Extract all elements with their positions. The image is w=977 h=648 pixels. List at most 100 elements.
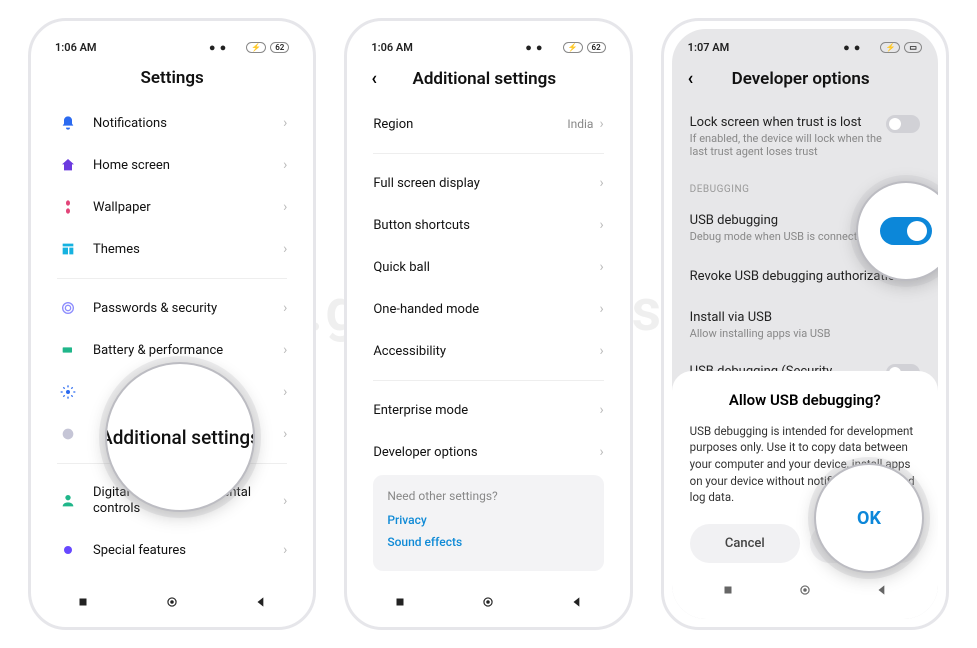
settings-row-special[interactable]: Special features › xyxy=(57,529,287,571)
nav-back-icon[interactable] xyxy=(254,595,268,609)
chevron-right-icon: › xyxy=(599,402,603,418)
ok-label: OK xyxy=(857,508,881,529)
chevron-right-icon: › xyxy=(283,157,287,173)
phone-developer-options: 1:07 AM ● ● ⚡ ▭ ‹ Developer options Lock… xyxy=(661,18,949,630)
nav-back-icon[interactable] xyxy=(875,583,889,597)
row-fullscreen[interactable]: Full screen display› xyxy=(373,162,603,204)
status-dot-icon: ● xyxy=(209,41,216,54)
flower-icon xyxy=(57,199,79,215)
row-label: Button shortcuts xyxy=(373,218,599,233)
row-button-shortcuts[interactable]: Button shortcuts› xyxy=(373,204,603,246)
chevron-right-icon: › xyxy=(599,301,603,317)
footer-link-privacy[interactable]: Privacy xyxy=(387,513,589,527)
row-label: Themes xyxy=(93,242,283,257)
status-dot-icon: ● xyxy=(220,41,227,54)
nav-recent-icon[interactable] xyxy=(721,583,735,597)
row-lock-screen-trust[interactable]: Lock screen when trust is lost If enable… xyxy=(690,103,920,170)
row-label: Enterprise mode xyxy=(373,403,599,418)
settings-row-home[interactable]: Home screen › xyxy=(57,144,287,186)
bell-icon xyxy=(57,115,79,131)
battery-indicator: ⚡ xyxy=(880,42,900,53)
magnify-additional-settings: Additional settings xyxy=(105,362,255,512)
nav-bar xyxy=(690,569,920,607)
nav-back-icon[interactable] xyxy=(570,595,584,609)
settings-row-notifications[interactable]: Notifications › xyxy=(57,102,287,144)
chevron-right-icon: › xyxy=(283,199,287,215)
chevron-right-icon: › xyxy=(283,115,287,131)
row-label: Full screen display xyxy=(373,176,599,191)
cancel-button[interactable]: Cancel xyxy=(690,524,800,563)
row-label: One-handed mode xyxy=(373,302,599,317)
divider xyxy=(57,278,287,279)
usb-debugging-toggle[interactable] xyxy=(880,217,932,245)
row-install-usb[interactable]: Install via USB Allow installing apps vi… xyxy=(690,298,920,352)
nav-home-icon[interactable] xyxy=(165,595,179,609)
footer-heading: Need other settings? xyxy=(387,489,589,503)
row-label: Battery & performance xyxy=(93,343,283,358)
clock: 1:06 AM xyxy=(371,41,413,54)
row-one-handed[interactable]: One-handed mode› xyxy=(373,288,603,330)
status-dot-icon: ● xyxy=(854,41,861,54)
row-label: Install via USB xyxy=(690,310,920,325)
chevron-right-icon: › xyxy=(283,493,287,509)
row-enterprise[interactable]: Enterprise mode› xyxy=(373,389,603,431)
divider xyxy=(373,153,603,154)
chevron-right-icon: › xyxy=(599,343,603,359)
page-title: Settings xyxy=(55,68,289,88)
chevron-right-icon: › xyxy=(283,542,287,558)
row-label: Lock screen when trust is lost xyxy=(690,115,886,130)
row-quickball[interactable]: Quick ball› xyxy=(373,246,603,288)
dialog-title: Allow USB debugging? xyxy=(690,391,920,409)
settings-row-wallpaper[interactable]: Wallpaper › xyxy=(57,186,287,228)
battery-indicator: ⚡ xyxy=(246,42,266,53)
nav-home-icon[interactable] xyxy=(798,583,812,597)
settings-row-themes[interactable]: Themes › xyxy=(57,228,287,270)
phone-additional-settings: 1:06 AM ● ● ⚡ 62 ‹ Additional settings R… xyxy=(344,18,632,630)
row-label: Wallpaper xyxy=(93,200,283,215)
star-icon xyxy=(57,542,79,558)
home-icon xyxy=(57,157,79,173)
clock: 1:06 AM xyxy=(55,41,97,54)
magnify-label: Additional settings xyxy=(105,426,255,449)
page-title: Additional settings xyxy=(385,69,584,89)
row-sub: Allow installing apps via USB xyxy=(690,327,920,340)
chevron-right-icon: › xyxy=(599,217,603,233)
row-label: Developer options xyxy=(373,445,599,460)
battery-label: 62 xyxy=(587,42,606,53)
phone-settings: 1:06 AM ● ● ⚡ 62 Settings Notifications … xyxy=(28,18,316,630)
status-bar: 1:06 AM ● ● ⚡ 62 xyxy=(39,29,305,58)
settings-row-passwords[interactable]: Passwords & security › xyxy=(57,287,287,329)
page-header: ‹ Additional settings xyxy=(355,58,621,103)
row-label: Region xyxy=(373,117,567,132)
nav-home-icon[interactable] xyxy=(481,595,495,609)
row-accessibility[interactable]: Accessibility› xyxy=(373,330,603,372)
page-header: ‹ Developer options xyxy=(672,58,938,103)
toggle-off[interactable] xyxy=(886,115,920,133)
fingerprint-icon xyxy=(57,300,79,316)
row-region[interactable]: Region India › xyxy=(373,103,603,145)
page-header: Settings xyxy=(39,58,305,102)
row-label: Accessibility xyxy=(373,344,599,359)
wellbeing-icon xyxy=(57,493,79,509)
chevron-right-icon: › xyxy=(599,259,603,275)
row-sub: If enabled, the device will lock when th… xyxy=(690,132,886,158)
dots-icon xyxy=(57,426,79,442)
chevron-right-icon: › xyxy=(283,426,287,442)
chevron-right-icon: › xyxy=(283,241,287,257)
battery-label: 62 xyxy=(270,42,289,53)
themes-icon xyxy=(57,241,79,257)
row-developer-options[interactable]: Developer options› xyxy=(373,431,603,465)
status-dot-icon: ● xyxy=(843,41,850,54)
chevron-right-icon: › xyxy=(283,300,287,316)
row-label: Special features xyxy=(93,543,283,558)
battery-icon xyxy=(57,342,79,358)
back-button[interactable]: ‹ xyxy=(688,68,694,89)
cog-icon xyxy=(57,384,79,400)
chevron-right-icon: › xyxy=(599,175,603,191)
magnify-ok: OK xyxy=(814,463,924,573)
back-button[interactable]: ‹ xyxy=(371,68,377,89)
footer-link-sound[interactable]: Sound effects xyxy=(387,535,589,549)
nav-recent-icon[interactable] xyxy=(76,595,90,609)
footer-card: Need other settings? Privacy Sound effec… xyxy=(373,475,603,571)
nav-recent-icon[interactable] xyxy=(393,595,407,609)
